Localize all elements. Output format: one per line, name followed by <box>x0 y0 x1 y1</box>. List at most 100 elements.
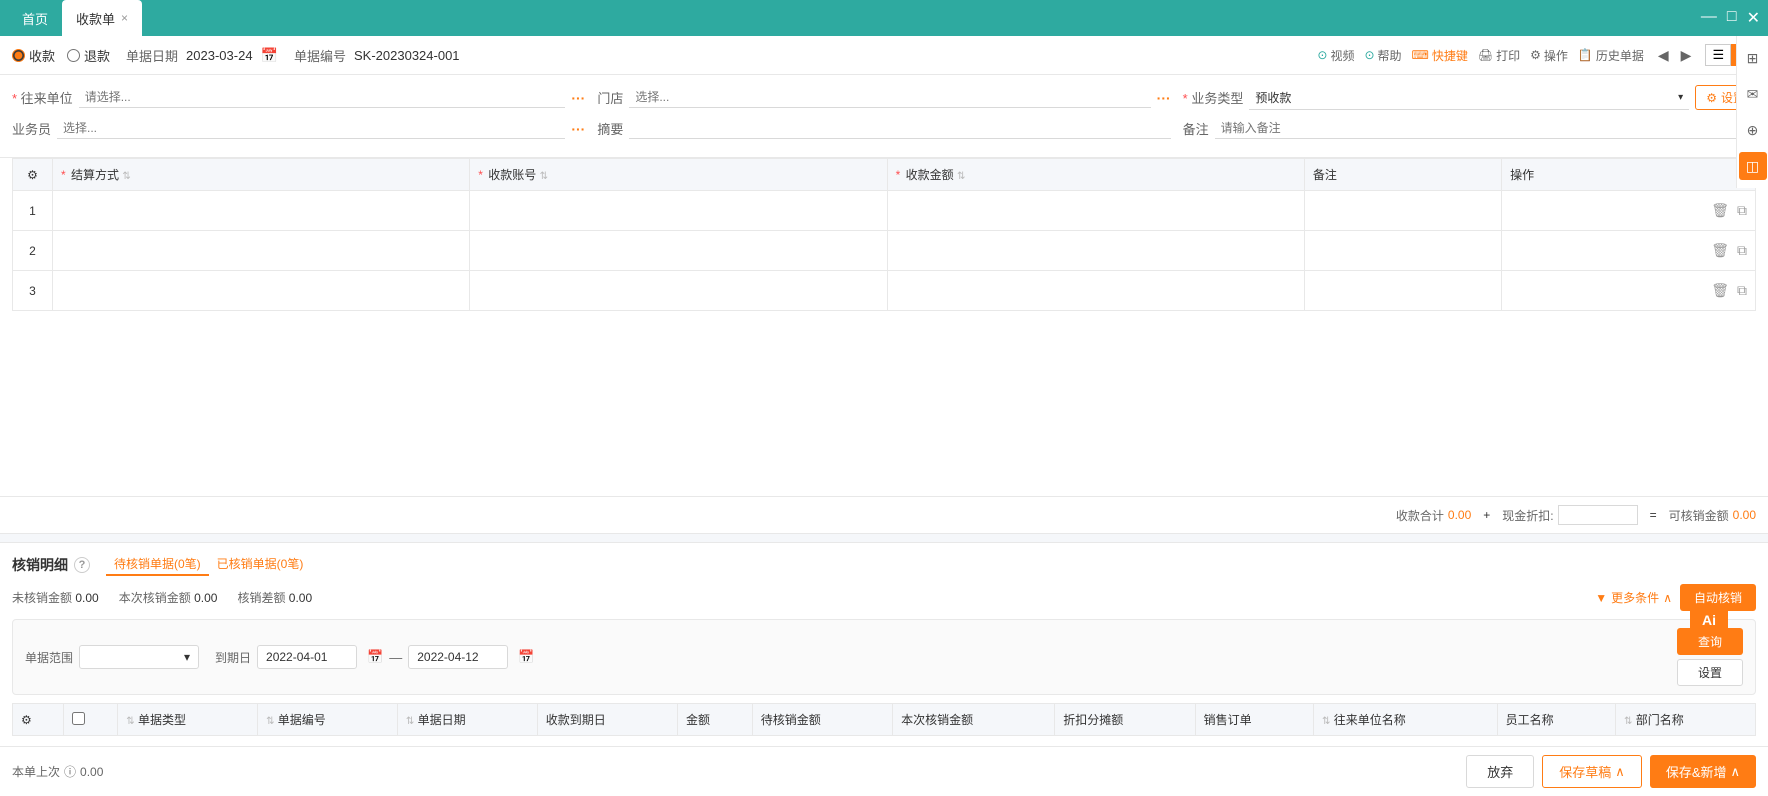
col-amount: * 收款金额 ⇅ <box>887 159 1304 191</box>
row-actions-2: 🗑 ⧉ <box>1502 231 1756 271</box>
store-more-btn[interactable]: ··· <box>1157 90 1171 106</box>
discount-input[interactable] <box>1558 505 1638 525</box>
bottom-table-section: ⚙ ⇅ 单据类型 ⇅ 单据编号 ⇅ 单据日期 <box>12 703 1756 736</box>
business-type-value: 预收款 <box>1255 89 1291 106</box>
row-settlement-1[interactable] <box>53 191 470 231</box>
row-amount-3[interactable] <box>887 271 1304 311</box>
total-amount: 收款合计 0.00 <box>1396 507 1471 524</box>
doc-carry-label: 本单上次 <box>12 763 60 780</box>
row-account-3[interactable] <box>470 271 887 311</box>
close-btn[interactable]: ✕ <box>1747 8 1760 28</box>
delete-row-1-btn[interactable]: 🗑 <box>1711 202 1729 219</box>
abstract-field: 摘要 <box>597 118 1170 139</box>
row-settlement-2[interactable] <box>53 231 470 271</box>
sidebar-camera-icon[interactable]: ◫ <box>1739 152 1767 180</box>
radio-receive[interactable]: 收款 <box>12 46 55 65</box>
col-note: 备注 <box>1304 159 1501 191</box>
sidebar-table-icon[interactable]: ⊞ <box>1739 44 1767 72</box>
sort-icon-amount[interactable]: ⇅ <box>957 171 965 182</box>
help-btn[interactable]: ⊙ 帮助 <box>1364 47 1401 64</box>
query-settings-button[interactable]: 设置 <box>1677 659 1743 686</box>
row-note-1[interactable] <box>1304 191 1501 231</box>
save-draft-button[interactable]: 保存草稿 ∧ <box>1542 755 1642 788</box>
list-view-btn[interactable]: ☰ <box>1705 44 1731 66</box>
plus-sign: + <box>1483 508 1490 522</box>
maximize-btn[interactable]: □ <box>1727 8 1737 28</box>
gear-icon: ⚙ <box>1706 91 1717 105</box>
table-row: 1 🗑 ⧉ <box>13 191 1756 231</box>
print-btn[interactable]: 🖨 打印 <box>1478 47 1520 64</box>
bottom-col-checkbox[interactable] <box>63 704 118 736</box>
pending-tab[interactable]: 待核销单据(0笔) <box>106 553 209 576</box>
info-icon[interactable]: ⓘ <box>64 763 76 780</box>
row-actions-3: 🗑 ⧉ <box>1502 271 1756 311</box>
tab-receipt[interactable]: 收款单 × <box>62 0 142 36</box>
note-input[interactable] <box>1215 118 1756 139</box>
copy-row-2-btn[interactable]: ⧉ <box>1737 242 1747 259</box>
radio-refund[interactable]: 退款 <box>67 46 110 65</box>
sidebar-clip-icon[interactable]: ⊕ <box>1739 116 1767 144</box>
row-settlement-3[interactable] <box>53 271 470 311</box>
delete-row-3-btn[interactable]: 🗑 <box>1711 282 1729 299</box>
abandon-button[interactable]: 放弃 <box>1466 755 1534 788</box>
operation-btn[interactable]: ⚙ 操作 <box>1530 47 1568 64</box>
counterpart-input[interactable] <box>79 87 566 108</box>
video-btn[interactable]: ⊙ 视频 <box>1317 47 1354 64</box>
prev-btn[interactable]: ◀ <box>1654 45 1673 66</box>
abstract-input[interactable] <box>629 118 1170 139</box>
ai-badge[interactable]: Ai <box>1690 604 1728 636</box>
bottom-col-dept: ⇅ 部门名称 <box>1616 704 1756 736</box>
chevron-down-icon: ▾ <box>184 650 190 664</box>
col-operation: 操作 <box>1502 159 1756 191</box>
business-type-field: 业务类型 预收款 ▾ ⚙ 设置 <box>1183 85 1756 110</box>
sort-icon-settlement[interactable]: ⇅ <box>122 171 130 182</box>
row-amount-2[interactable] <box>887 231 1304 271</box>
help-icon[interactable]: ? <box>74 557 90 573</box>
doc-date-label: 单据日期 <box>126 46 178 65</box>
stats-row: 未核销金额 0.00 本次核销金额 0.00 核销差额 0.00 ▼ 更多条件 … <box>12 584 1756 611</box>
available-amount: 可核销金额 0.00 <box>1669 507 1756 524</box>
row-note-3[interactable] <box>1304 271 1501 311</box>
note-label: 备注 <box>1183 119 1209 138</box>
business-type-select[interactable]: 预收款 ▾ <box>1249 86 1689 110</box>
row-note-2[interactable] <box>1304 231 1501 271</box>
sort-icon-account[interactable]: ⇅ <box>540 171 548 182</box>
form-row-1: 往来单位 ··· 门店 ··· 业务类型 预收款 ▾ ⚙ 设置 <box>12 85 1756 110</box>
tab-home[interactable]: 首页 <box>8 0 62 36</box>
due-date-start-input[interactable] <box>257 645 357 669</box>
row-amount-1[interactable] <box>887 191 1304 231</box>
calendar-end-icon[interactable]: 📅 <box>518 649 534 665</box>
total-label: 收款合计 <box>1396 507 1444 524</box>
due-date-end-input[interactable] <box>408 645 508 669</box>
col-settings[interactable]: ⚙ <box>13 159 53 191</box>
sidebar-email-icon[interactable]: ✉ <box>1739 80 1767 108</box>
doc-date-value: 2023-03-24 <box>186 48 253 63</box>
save-new-button[interactable]: 保存&新增 ∧ <box>1650 755 1756 788</box>
calendar-icon[interactable]: 📅 <box>261 47 278 64</box>
row-actions-1: 🗑 ⧉ <box>1502 191 1756 231</box>
verify-diff: 核销差额 0.00 <box>237 589 312 606</box>
shortcut-btn[interactable]: ⌨ 快捷键 <box>1412 47 1468 64</box>
calendar-start-icon[interactable]: 📅 <box>367 649 383 665</box>
row-account-2[interactable] <box>470 231 887 271</box>
store-input[interactable] <box>629 87 1150 108</box>
next-btn[interactable]: ▶ <box>1677 45 1696 66</box>
verified-tab[interactable]: 已核销单据(0笔) <box>209 553 312 576</box>
delete-row-2-btn[interactable]: 🗑 <box>1711 242 1729 259</box>
history-btn[interactable]: 📋 历史单据 <box>1578 47 1644 64</box>
row-account-1[interactable] <box>470 191 887 231</box>
minimize-btn[interactable]: — <box>1701 8 1717 28</box>
doc-range-select[interactable]: ▾ <box>79 645 199 669</box>
copy-row-1-btn[interactable]: ⧉ <box>1737 202 1747 219</box>
copy-row-3-btn[interactable]: ⧉ <box>1737 282 1747 299</box>
counterpart-more-btn[interactable]: ··· <box>571 90 585 106</box>
more-conditions-btn[interactable]: ▼ 更多条件 ∧ <box>1595 589 1672 606</box>
filter-actions: ▼ 更多条件 ∧ 自动核销 <box>1595 584 1756 611</box>
bottom-col-gear[interactable]: ⚙ <box>13 704 64 736</box>
row-num-2: 2 <box>13 231 53 271</box>
salesperson-more-btn[interactable]: ··· <box>571 121 585 137</box>
tab-receipt-close[interactable]: × <box>121 11 128 25</box>
doc-range-field: 单据范围 ▾ <box>25 645 199 669</box>
chevron-up-icon-2: ∧ <box>1730 764 1740 780</box>
salesperson-input[interactable] <box>57 118 565 139</box>
